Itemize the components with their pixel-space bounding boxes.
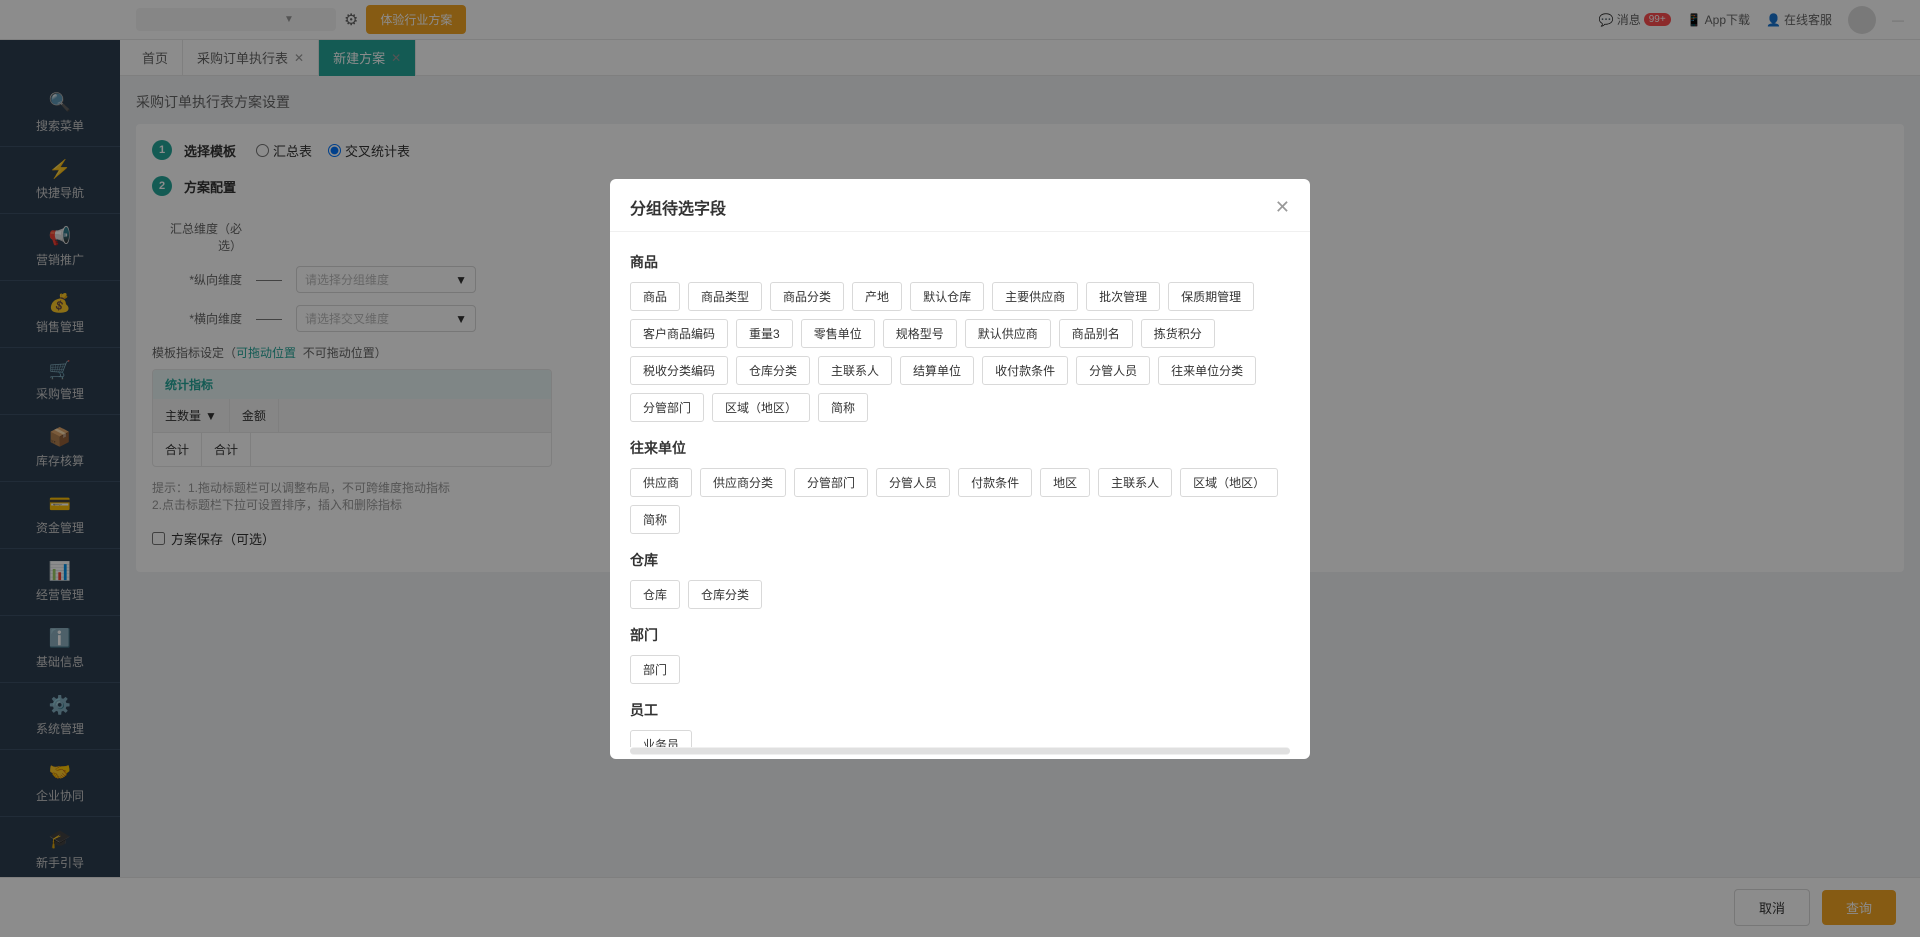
field-tag[interactable]: 业务员 xyxy=(630,730,692,747)
field-tag[interactable]: 产地 xyxy=(852,282,902,311)
section-title-dept: 部门 xyxy=(630,625,1290,645)
field-tag[interactable]: 分管人员 xyxy=(876,468,950,497)
field-grid-product: 商品 商品类型 商品分类 产地 默认仓库 主要供应商 批次管理 保质期管理 客户… xyxy=(630,282,1290,422)
section-title-employee: 员工 xyxy=(630,700,1290,720)
field-tag[interactable]: 区域（地区） xyxy=(712,393,810,422)
field-tag[interactable]: 税收分类编码 xyxy=(630,356,728,385)
field-select-modal: 分组待选字段 ✕ 商品 商品 商品类型 商品分类 产地 默认仓库 主要供应商 批… xyxy=(610,179,1310,759)
field-tag[interactable]: 简称 xyxy=(818,393,868,422)
modal-body[interactable]: 商品 商品 商品类型 商品分类 产地 默认仓库 主要供应商 批次管理 保质期管理… xyxy=(610,232,1310,747)
field-tag[interactable]: 主联系人 xyxy=(1098,468,1172,497)
field-tag[interactable]: 往来单位分类 xyxy=(1158,356,1256,385)
field-tag[interactable]: 商品类型 xyxy=(688,282,762,311)
field-tag[interactable]: 拣货积分 xyxy=(1141,319,1215,348)
field-tag[interactable]: 主要供应商 xyxy=(992,282,1078,311)
field-tag[interactable]: 商品 xyxy=(630,282,680,311)
field-tag[interactable]: 地区 xyxy=(1040,468,1090,497)
field-tag[interactable]: 仓库分类 xyxy=(736,356,810,385)
section-title-warehouse: 仓库 xyxy=(630,550,1290,570)
field-grid-dept: 部门 xyxy=(630,655,1290,684)
field-tag[interactable]: 批次管理 xyxy=(1086,282,1160,311)
field-grid-warehouse: 仓库 仓库分类 xyxy=(630,580,1290,609)
field-tag[interactable]: 客户商品编码 xyxy=(630,319,728,348)
hscroll-track xyxy=(630,747,1290,755)
modal-close-button[interactable]: ✕ xyxy=(1275,198,1290,216)
modal-header: 分组待选字段 ✕ xyxy=(610,179,1310,232)
field-tag[interactable]: 默认供应商 xyxy=(965,319,1051,348)
field-tag[interactable]: 供应商 xyxy=(630,468,692,497)
field-tag[interactable]: 重量3 xyxy=(736,319,793,348)
field-tag[interactable]: 分管部门 xyxy=(794,468,868,497)
hscroll-thumb xyxy=(630,748,1290,754)
field-tag[interactable]: 区域（地区） xyxy=(1180,468,1278,497)
section-title-product: 商品 xyxy=(630,252,1290,272)
field-tag[interactable]: 供应商分类 xyxy=(700,468,786,497)
field-tag[interactable]: 商品分类 xyxy=(770,282,844,311)
field-tag[interactable]: 商品别名 xyxy=(1059,319,1133,348)
field-tag[interactable]: 部门 xyxy=(630,655,680,684)
field-tag[interactable]: 保质期管理 xyxy=(1168,282,1254,311)
field-grid-employee: 业务员 xyxy=(630,730,1290,747)
modal-title: 分组待选字段 xyxy=(630,195,726,219)
field-tag[interactable]: 零售单位 xyxy=(801,319,875,348)
field-grid-partner: 供应商 供应商分类 分管部门 分管人员 付款条件 地区 主联系人 区域（地区） … xyxy=(630,468,1290,534)
modal-overlay: 分组待选字段 ✕ 商品 商品 商品类型 商品分类 产地 默认仓库 主要供应商 批… xyxy=(0,0,1920,937)
field-tag[interactable]: 默认仓库 xyxy=(910,282,984,311)
field-tag[interactable]: 分管人员 xyxy=(1076,356,1150,385)
section-title-partner: 往来单位 xyxy=(630,438,1290,458)
field-tag[interactable]: 主联系人 xyxy=(818,356,892,385)
field-tag[interactable]: 规格型号 xyxy=(883,319,957,348)
field-tag[interactable]: 结算单位 xyxy=(900,356,974,385)
field-tag[interactable]: 分管部门 xyxy=(630,393,704,422)
field-tag[interactable]: 收付款条件 xyxy=(982,356,1068,385)
field-tag[interactable]: 付款条件 xyxy=(958,468,1032,497)
modal-hscroll xyxy=(610,747,1310,759)
field-tag[interactable]: 仓库分类 xyxy=(688,580,762,609)
field-tag[interactable]: 简称 xyxy=(630,505,680,534)
field-tag[interactable]: 仓库 xyxy=(630,580,680,609)
